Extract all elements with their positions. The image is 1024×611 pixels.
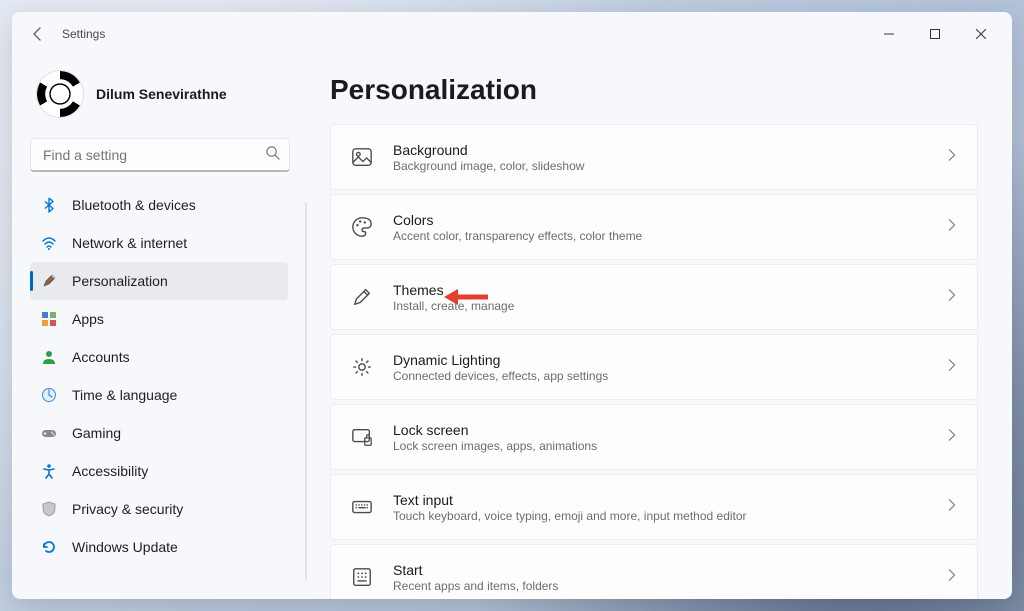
lock-screen-icon [349,424,375,450]
card-text: Dynamic Lighting Connected devices, effe… [393,352,945,383]
card-text: Start Recent apps and items, folders [393,562,945,593]
sidebar-item-label: Windows Update [72,539,178,555]
card-text-input[interactable]: Text input Touch keyboard, voice typing,… [330,474,978,540]
card-text: Text input Touch keyboard, voice typing,… [393,492,945,523]
sidebar-item-label: Personalization [72,273,168,289]
titlebar: Settings [12,12,1012,56]
sidebar-item-label: Bluetooth & devices [72,197,196,213]
close-button[interactable] [958,18,1004,50]
accessibility-icon [40,462,58,480]
card-subtitle: Lock screen images, apps, animations [393,439,945,453]
avatar [36,70,84,118]
clock-globe-icon [40,386,58,404]
settings-window: Settings Dilum Senevirathne [12,12,1012,599]
sidebar-nav[interactable]: Bluetooth & devices Network & internet P… [30,186,290,587]
lighting-icon [349,354,375,380]
sidebar-item-label: Time & language [72,387,177,403]
card-themes[interactable]: Themes Install, create, manage [330,264,978,330]
card-lock-screen[interactable]: Lock screen Lock screen images, apps, an… [330,404,978,470]
card-title: Start [393,562,945,578]
chevron-right-icon [945,148,959,167]
card-text: Themes Install, create, manage [393,282,945,313]
gamepad-icon [40,424,58,442]
chevron-right-icon [945,498,959,517]
window-controls [866,18,1004,50]
paintbrush-icon [40,272,58,290]
card-colors[interactable]: Colors Accent color, transparency effect… [330,194,978,260]
page-title: Personalization [330,74,978,106]
wifi-icon [40,234,58,252]
sidebar-item-update[interactable]: Windows Update [30,528,288,566]
chevron-right-icon [945,288,959,307]
card-text: Background Background image, color, slid… [393,142,945,173]
arrow-left-icon [30,26,46,42]
sidebar-item-label: Apps [72,311,104,327]
sidebar-item-time[interactable]: Time & language [30,376,288,414]
card-start[interactable]: Start Recent apps and items, folders [330,544,978,599]
sidebar-item-accessibility[interactable]: Accessibility [30,452,288,490]
sidebar-item-label: Gaming [72,425,121,441]
update-icon [40,538,58,556]
chevron-right-icon [945,218,959,237]
body-area: Dilum Senevirathne Bluetooth & devices [12,56,1012,599]
sidebar-item-personalization[interactable]: Personalization [30,262,288,300]
card-text: Colors Accent color, transparency effect… [393,212,945,243]
back-button[interactable] [20,16,56,52]
sidebar-item-bluetooth[interactable]: Bluetooth & devices [30,186,288,224]
sidebar-item-label: Privacy & security [72,501,183,517]
shield-icon [40,500,58,518]
card-title: Text input [393,492,945,508]
profile-name: Dilum Senevirathne [96,86,227,102]
main-content[interactable]: Personalization Background Background im… [302,56,1012,599]
sidebar-item-gaming[interactable]: Gaming [30,414,288,452]
maximize-button[interactable] [912,18,958,50]
chevron-right-icon [945,358,959,377]
apps-icon [40,310,58,328]
sidebar-item-label: Accessibility [72,463,148,479]
card-title: Colors [393,212,945,228]
start-icon [349,564,375,590]
sidebar-item-label: Accounts [72,349,130,365]
card-background[interactable]: Background Background image, color, slid… [330,124,978,190]
chevron-right-icon [945,428,959,447]
picture-icon [349,144,375,170]
card-subtitle: Touch keyboard, voice typing, emoji and … [393,509,945,523]
card-subtitle: Accent color, transparency effects, colo… [393,229,945,243]
sidebar-item-apps[interactable]: Apps [30,300,288,338]
card-subtitle: Connected devices, effects, app settings [393,369,945,383]
person-icon [40,348,58,366]
sidebar-item-network[interactable]: Network & internet [30,224,288,262]
window-title: Settings [62,27,105,41]
card-subtitle: Install, create, manage [393,299,945,313]
card-subtitle: Recent apps and items, folders [393,579,945,593]
bluetooth-icon [40,196,58,214]
search-input[interactable] [30,138,290,172]
brush-icon [349,284,375,310]
chevron-right-icon [945,568,959,587]
card-title: Dynamic Lighting [393,352,945,368]
card-dynamic-lighting[interactable]: Dynamic Lighting Connected devices, effe… [330,334,978,400]
sidebar-item-accounts[interactable]: Accounts [30,338,288,376]
minimize-icon [884,29,894,39]
sidebar: Dilum Senevirathne Bluetooth & devices [12,56,302,599]
profile-section[interactable]: Dilum Senevirathne [30,56,290,138]
close-icon [976,29,986,39]
maximize-icon [930,29,940,39]
card-text: Lock screen Lock screen images, apps, an… [393,422,945,453]
minimize-button[interactable] [866,18,912,50]
card-title: Background [393,142,945,158]
keyboard-icon [349,494,375,520]
palette-icon [349,214,375,240]
sidebar-item-label: Network & internet [72,235,187,251]
card-subtitle: Background image, color, slideshow [393,159,945,173]
sidebar-item-privacy[interactable]: Privacy & security [30,490,288,528]
search-box [30,138,290,172]
card-title: Lock screen [393,422,945,438]
card-title: Themes [393,282,945,298]
